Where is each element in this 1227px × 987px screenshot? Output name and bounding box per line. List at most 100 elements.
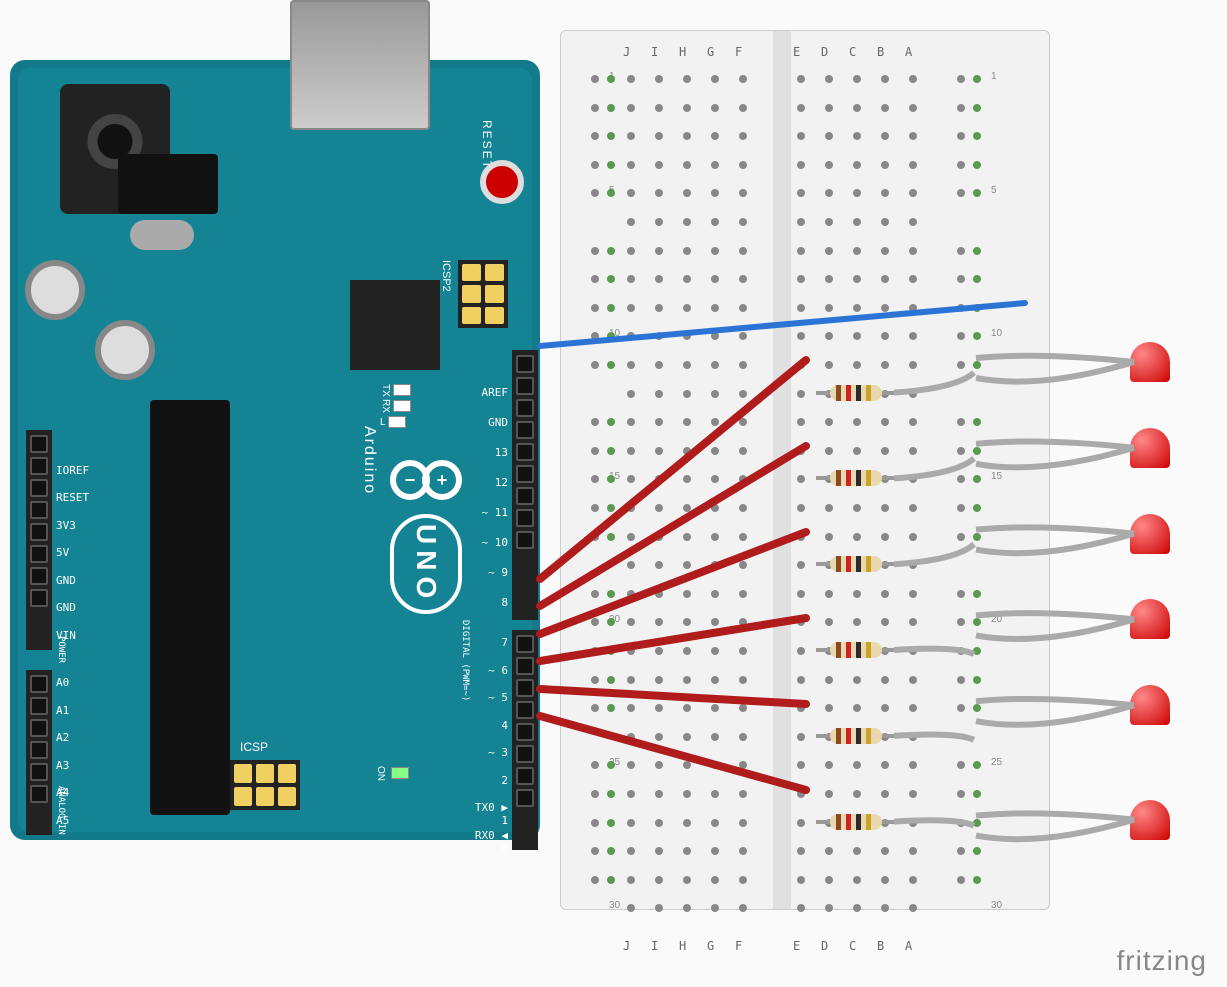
- breadboard-rail-hole: [973, 847, 981, 855]
- breadboard-rail-hole: [973, 618, 981, 626]
- breadboard-hole: [909, 904, 917, 912]
- breadboard-hole: [825, 161, 833, 169]
- breadboard-hole: [739, 475, 747, 483]
- breadboard-hole: [683, 733, 691, 741]
- breadboard-hole: [683, 618, 691, 626]
- breadboard-hole: [655, 618, 663, 626]
- breadboard-rail-hole: [607, 447, 615, 455]
- breadboard-hole: [655, 819, 663, 827]
- breadboard-hole: [739, 876, 747, 884]
- breadboard-hole: [711, 475, 719, 483]
- breadboard-hole: [683, 418, 691, 426]
- breadboard-rail-hole: [973, 75, 981, 83]
- breadboard-hole: [655, 104, 663, 112]
- breadboard-hole: [909, 676, 917, 684]
- pin-hole: [30, 545, 48, 563]
- breadboard-rail-hole: [591, 161, 599, 169]
- led-red: [1130, 685, 1170, 727]
- breadboard-rail-hole: [591, 475, 599, 483]
- breadboard-hole: [853, 590, 861, 598]
- breadboard-hole: [627, 647, 635, 655]
- breadboard-hole: [627, 504, 635, 512]
- breadboard-hole: [739, 132, 747, 140]
- breadboard-rail-hole: [957, 247, 965, 255]
- breadboard-hole: [881, 504, 889, 512]
- breadboard-rail-hole: [607, 361, 615, 369]
- breadboard-hole: [909, 75, 917, 83]
- breadboard-hole: [627, 590, 635, 598]
- breadboard-hole: [739, 332, 747, 340]
- breadboard-hole: [683, 75, 691, 83]
- pin-label: ~ 9: [462, 566, 508, 579]
- breadboard-hole: [655, 418, 663, 426]
- breadboard-hole: [853, 75, 861, 83]
- pin-hole: [516, 487, 534, 505]
- breadboard-hole: [739, 361, 747, 369]
- breadboard-hole: [655, 218, 663, 226]
- pin-label: 2: [462, 774, 508, 787]
- breadboard-hole: [655, 704, 663, 712]
- breadboard-hole: [655, 304, 663, 312]
- breadboard-hole: [627, 189, 635, 197]
- breadboard-hole: [683, 390, 691, 398]
- breadboard-hole: [655, 761, 663, 769]
- breadboard-hole: [739, 761, 747, 769]
- led-red: [1130, 514, 1170, 556]
- breadboard-hole: [627, 161, 635, 169]
- breadboard-hole: [627, 876, 635, 884]
- breadboard-col-label: C: [849, 45, 856, 59]
- breadboard-rail-hole: [973, 876, 981, 884]
- pin-label: GND: [56, 601, 76, 614]
- pin-hole: [30, 697, 48, 715]
- breadboard-hole: [739, 390, 747, 398]
- breadboard-hole: [627, 418, 635, 426]
- pin-hole: [516, 465, 534, 483]
- pin-hole: [30, 501, 48, 519]
- breadboard-rail-hole: [973, 275, 981, 283]
- icsp-label: ICSP: [240, 740, 268, 754]
- breadboard-hole: [655, 361, 663, 369]
- breadboard-hole: [909, 704, 917, 712]
- breadboard-col-label: G: [707, 939, 714, 953]
- breadboard-row-num: 10: [991, 328, 1002, 339]
- breadboard-hole: [853, 447, 861, 455]
- breadboard-rail-hole: [973, 761, 981, 769]
- breadboard-hole: [797, 904, 805, 912]
- breadboard-rail-hole: [973, 304, 981, 312]
- mcu-aux-chip: [350, 280, 440, 370]
- breadboard-hole: [909, 361, 917, 369]
- breadboard-hole: [825, 104, 833, 112]
- breadboard-hole: [739, 904, 747, 912]
- breadboard-rail-hole: [973, 361, 981, 369]
- breadboard-hole: [909, 590, 917, 598]
- breadboard-rail-hole: [591, 590, 599, 598]
- breadboard-hole: [655, 504, 663, 512]
- breadboard-hole: [655, 561, 663, 569]
- breadboard-hole: [853, 132, 861, 140]
- breadboard-rail-hole: [957, 475, 965, 483]
- breadboard-rail-hole: [973, 161, 981, 169]
- breadboard-hole: [853, 304, 861, 312]
- pin-label: A4: [56, 786, 69, 799]
- pin-label: A3: [56, 759, 69, 772]
- breadboard-hole: [881, 676, 889, 684]
- breadboard-hole: [853, 332, 861, 340]
- reset-button[interactable]: [480, 160, 524, 204]
- breadboard-hole: [825, 904, 833, 912]
- pin-hole: [30, 523, 48, 541]
- pin-label: A0: [56, 676, 69, 689]
- pin-label: ~ 11: [462, 506, 508, 519]
- breadboard-hole: [853, 218, 861, 226]
- breadboard-hole: [711, 819, 719, 827]
- breadboard-hole: [909, 304, 917, 312]
- breadboard-hole: [909, 561, 917, 569]
- breadboard-hole: [683, 704, 691, 712]
- breadboard-hole: [797, 361, 805, 369]
- breadboard-hole: [853, 189, 861, 197]
- breadboard-rail-hole: [591, 304, 599, 312]
- breadboard-col-label: E: [793, 45, 800, 59]
- pin-label: A1: [56, 704, 69, 717]
- pin-label: ~ 3: [462, 746, 508, 759]
- breadboard-hole: [825, 304, 833, 312]
- breadboard-rail-hole: [973, 189, 981, 197]
